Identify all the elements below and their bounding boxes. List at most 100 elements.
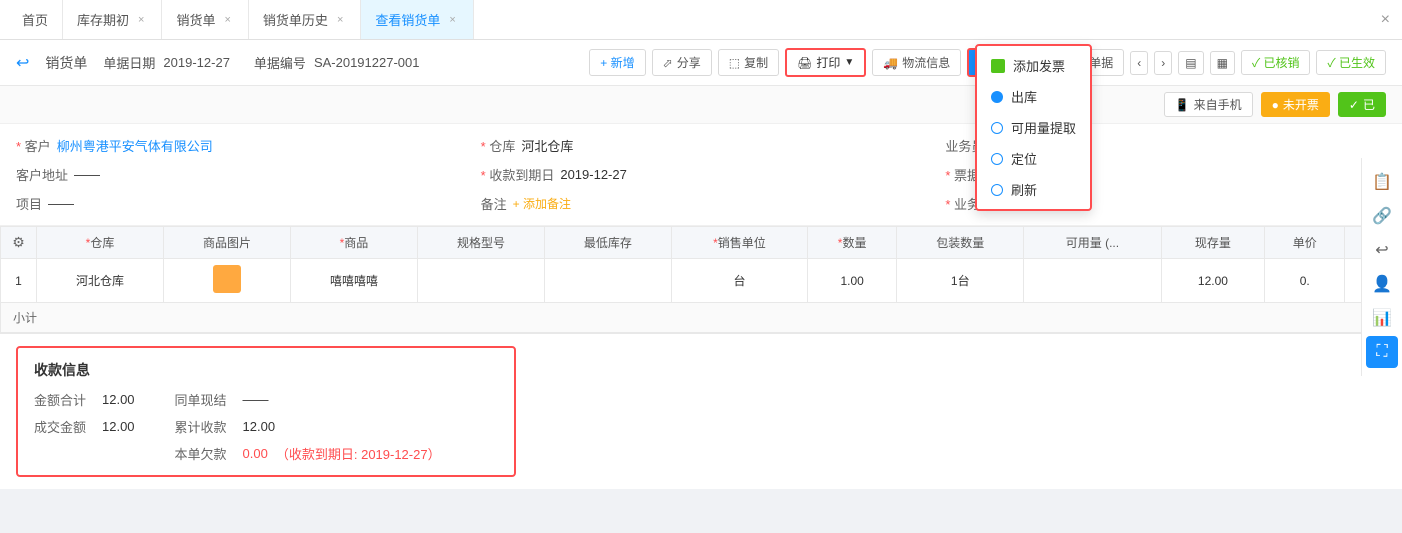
row-pkg-qty: 1台 bbox=[897, 259, 1024, 303]
nav-next-button[interactable]: › bbox=[1154, 51, 1172, 75]
refresh-item[interactable]: 刷新 bbox=[977, 174, 1090, 205]
tab-home[interactable]: 首页 bbox=[8, 0, 63, 39]
layout2-button[interactable]: ▦ bbox=[1210, 51, 1235, 75]
th-available: 可用量 (... bbox=[1024, 227, 1161, 259]
form-header: ↩ 销货单 单据日期 2019-12-27 单据编号 SA-20191227-0… bbox=[0, 40, 1402, 86]
refresh-icon bbox=[991, 184, 1003, 196]
tab-home-label: 首页 bbox=[22, 10, 48, 29]
available-qty-item[interactable]: 可用量提取 bbox=[977, 112, 1090, 143]
layout1-button[interactable]: ▤ bbox=[1178, 51, 1203, 75]
share-icon: ⬀ bbox=[663, 56, 673, 70]
available-qty-icon bbox=[991, 122, 1003, 134]
tab-sales-label: 销货单 bbox=[176, 10, 215, 29]
note-field: 备注 + 添加备注 bbox=[481, 194, 922, 213]
tab-inventory-init[interactable]: 库存期初 × bbox=[63, 0, 162, 39]
outbound-label: 出库 bbox=[1011, 87, 1037, 106]
print-dropdown-icon: ▼ bbox=[844, 57, 854, 68]
sidebar-icon-1[interactable]: 🔗 bbox=[1366, 200, 1398, 232]
cumulative-row: 累计收款 12.00 bbox=[175, 417, 441, 436]
row-unit: 台 bbox=[671, 259, 807, 303]
note-label: 备注 bbox=[481, 194, 507, 213]
row-warehouse: 河北仓库 bbox=[37, 259, 164, 303]
new-button[interactable]: + 新增 bbox=[589, 49, 645, 76]
open-status-button[interactable]: ● 未开票 bbox=[1261, 92, 1330, 117]
due-date-note: （收款到期日: 2019-12-27） bbox=[276, 444, 441, 463]
add-invoice-label: 添加发票 bbox=[1013, 56, 1065, 75]
add-invoice-icon bbox=[991, 59, 1005, 73]
phone-button[interactable]: 📱 来自手机 bbox=[1164, 92, 1253, 117]
th-qty: *数量 bbox=[808, 227, 897, 259]
th-product-img: 商品图片 bbox=[163, 227, 290, 259]
form-title-area: ↩ 销货单 单据日期 2019-12-27 单据编号 SA-20191227-0… bbox=[16, 53, 419, 73]
phone-icon: 📱 bbox=[1175, 98, 1190, 112]
receipt-col-left: 金额合计 12.00 成交金额 12.00 bbox=[34, 390, 135, 463]
address-field: 客户地址 —— bbox=[16, 165, 457, 184]
amount-value: 12.00 bbox=[102, 392, 135, 407]
add-invoice-item[interactable]: 添加发票 bbox=[977, 50, 1090, 81]
amount-label: 金额合计 bbox=[34, 390, 94, 409]
customer-value[interactable]: 柳州粤港平安气体有限公司 bbox=[57, 136, 213, 155]
form-meta: 单据日期 2019-12-27 单据编号 SA-20191227-001 bbox=[103, 53, 419, 72]
form-icon: ↩ bbox=[16, 53, 29, 73]
logistics-button[interactable]: 🚚 物流信息 bbox=[872, 49, 961, 76]
tab-sales-close[interactable]: × bbox=[221, 13, 233, 27]
receipt-info: 收款信息 金额合计 12.00 成交金额 12.00 同单现结 —— bbox=[16, 346, 516, 477]
tab-history[interactable]: 销货单历史 × bbox=[249, 0, 361, 39]
row-product-img bbox=[163, 259, 290, 303]
share-button[interactable]: ⬀ 分享 bbox=[652, 49, 712, 76]
th-pkg-qty: 包装数量 bbox=[897, 227, 1024, 259]
sidebar-icon-5[interactable]: ⛶ bbox=[1366, 336, 1398, 368]
subtotal-label: 小计 bbox=[1, 303, 1402, 333]
th-stock: 现存量 bbox=[1161, 227, 1265, 259]
ticket-icon: ● bbox=[1272, 98, 1279, 112]
product-table-wrap: ⚙ *仓库 商品图片 *商品 规格型号 最低库存 *销售单位 *数量 包装数量 … bbox=[0, 226, 1402, 334]
subtotal-row: 小计 bbox=[1, 303, 1402, 333]
form-type-label: 销货单 bbox=[45, 53, 87, 73]
form-fields: 客户 柳州粤港平安气体有限公司 仓库 河北仓库 业务员 演示账号 客户地址 ——… bbox=[0, 124, 1402, 226]
table-row: 1 河北仓库 嘻嘻嘻嘻 台 1.00 1台 12.00 0. bbox=[1, 259, 1402, 303]
tab-history-close[interactable]: × bbox=[334, 13, 346, 27]
tab-view-close[interactable]: × bbox=[446, 13, 458, 27]
copy-button[interactable]: ⬚ 复制 bbox=[718, 49, 779, 76]
cumulative-label: 累计收款 bbox=[175, 417, 235, 436]
row-price: 0. bbox=[1265, 259, 1345, 303]
location-item[interactable]: 定位 bbox=[977, 143, 1090, 174]
print-button[interactable]: 🖨 打印 ▼ bbox=[785, 48, 866, 77]
warehouse-value: 河北仓库 bbox=[521, 136, 573, 155]
th-settings[interactable]: ⚙ bbox=[1, 227, 37, 259]
close-all-button[interactable]: × bbox=[1381, 11, 1390, 29]
tab-view-sales[interactable]: 查看销货单 × bbox=[361, 0, 473, 39]
bottom-info: 收款信息 金额合计 12.00 成交金额 12.00 同单现结 —— bbox=[0, 334, 1402, 489]
cancel-badge: ✓ 已核销 bbox=[1241, 50, 1311, 75]
th-product: *商品 bbox=[290, 227, 417, 259]
same-order-row: 同单现结 —— bbox=[175, 390, 441, 409]
product-image bbox=[213, 265, 241, 293]
this-order-row: 本单欠款 0.00 （收款到期日: 2019-12-27） bbox=[175, 444, 441, 463]
outbound-item[interactable]: 出库 bbox=[977, 81, 1090, 112]
tab-sales-order[interactable]: 销货单 × bbox=[162, 0, 248, 39]
this-order-label: 本单欠款 bbox=[175, 444, 235, 463]
th-unit: *销售单位 bbox=[671, 227, 807, 259]
confirm-button[interactable]: ✓ 已 bbox=[1338, 92, 1386, 117]
th-warehouse: *仓库 bbox=[37, 227, 164, 259]
warehouse-field: 仓库 河北仓库 bbox=[481, 136, 922, 155]
due-date-label: 收款到期日 bbox=[481, 165, 555, 184]
nav-prev-button[interactable]: ‹ bbox=[1130, 51, 1148, 75]
deal-value: 12.00 bbox=[102, 419, 135, 434]
row-spec bbox=[417, 259, 544, 303]
sidebar-icon-4[interactable]: 📊 bbox=[1366, 302, 1398, 334]
tab-inventory-close[interactable]: × bbox=[135, 13, 147, 27]
sidebar-icon-3[interactable]: 👤 bbox=[1366, 268, 1398, 300]
receipt-col-right: 同单现结 —— 累计收款 12.00 本单欠款 0.00 （收款到期日: 201… bbox=[175, 390, 441, 463]
operate-dropdown: 添加发票 出库 可用量提取 定位 刷新 bbox=[975, 44, 1092, 211]
same-order-value: —— bbox=[243, 392, 269, 407]
project-value: —— bbox=[48, 196, 74, 211]
amount-row: 金额合计 12.00 bbox=[34, 390, 135, 409]
settings-icon[interactable]: ⚙ bbox=[12, 234, 25, 250]
logistics-icon: 🚚 bbox=[883, 56, 898, 70]
sidebar-icon-2[interactable]: ↩ bbox=[1366, 234, 1398, 266]
this-order-value: 0.00 bbox=[243, 446, 268, 461]
tab-view-label: 查看销货单 bbox=[375, 10, 440, 29]
add-note-button[interactable]: + 添加备注 bbox=[513, 195, 571, 212]
sidebar-icon-0[interactable]: 📋 bbox=[1366, 166, 1398, 198]
